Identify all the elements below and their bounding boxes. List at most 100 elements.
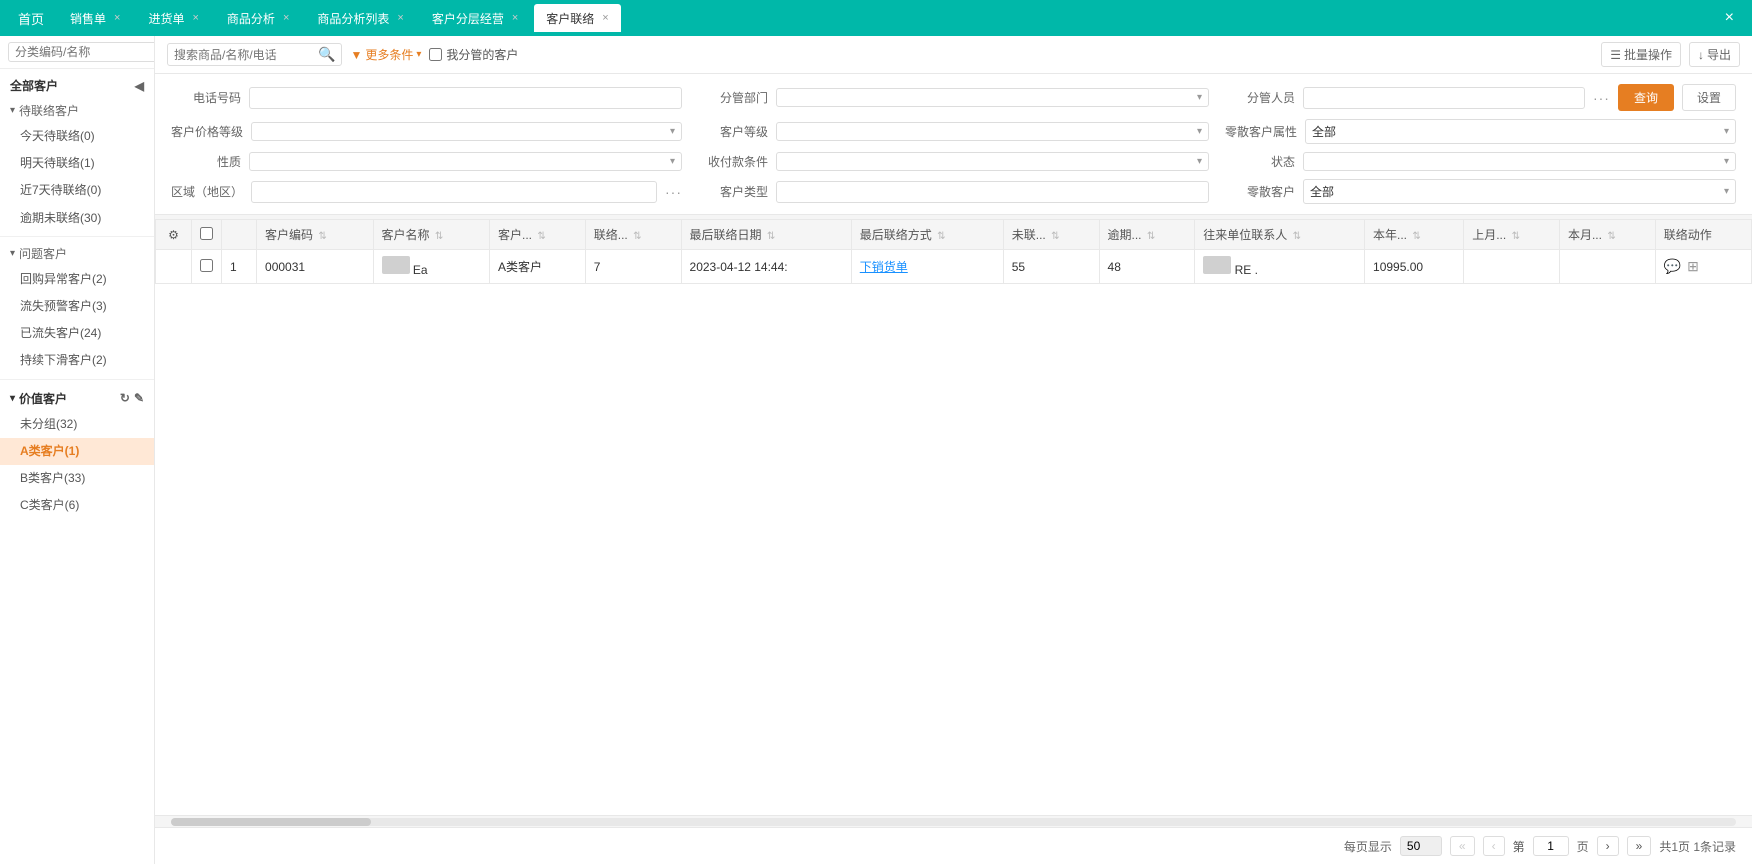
group-problem-customers[interactable]: ▾ 问题客户 [0,241,154,266]
row-settings [156,250,192,284]
tab-customer-contact[interactable]: 客户联络 × [534,4,620,32]
tab-purchase-order[interactable]: 进货单 × [136,4,210,32]
search-input[interactable] [174,48,314,62]
sidebar-item-overdue-contact[interactable]: 逾期未联络(30) [0,205,154,232]
payment-arrow: ▾ [1197,156,1202,167]
window-close-button[interactable]: × [1715,9,1744,27]
refresh-icon[interactable]: ↻ [120,391,130,405]
more-filters-button[interactable]: ▼ 更多条件 ▾ [350,46,421,63]
select-all-checkbox[interactable] [200,227,213,240]
close-tab-customer-segmentation[interactable]: × [512,12,518,24]
col-name[interactable]: 客户名称 ⇅ [373,220,489,250]
col-last-contact-date[interactable]: 最后联络日期 ⇅ [681,220,851,250]
close-tab-product-analysis[interactable]: × [283,12,289,24]
col-this-year[interactable]: 本年... ⇅ [1365,220,1464,250]
sidebar-item-repurchase-abnormal[interactable]: 回购异常客户(2) [0,266,154,293]
page-size-select[interactable]: 50 [1400,836,1442,856]
sidebar-item-declining[interactable]: 持续下滑客户(2) [0,347,154,374]
sidebar-item-tomorrow-pending[interactable]: 明天待联络(1) [0,150,154,177]
customer-grade-arrow: ▾ [1197,126,1202,137]
row-contact: 7 [585,250,681,284]
tab-product-analysis[interactable]: 商品分析 × [215,4,301,32]
filter-input-region[interactable] [251,181,657,203]
col-action: 联络动作 [1655,220,1751,250]
row-checkbox[interactable] [192,250,222,284]
query-button[interactable]: 查询 [1618,84,1674,111]
sidebar-search-input[interactable] [8,42,155,62]
export-button[interactable]: ↓ 导出 [1689,42,1740,67]
search-button[interactable]: 🔍 [318,46,335,63]
first-page-button[interactable]: « [1450,836,1475,856]
my-customers-checkbox[interactable] [429,48,442,61]
row-name: Ea [373,250,489,284]
col-contact[interactable]: 联络... ⇅ [585,220,681,250]
horizontal-scrollbar[interactable] [155,815,1752,827]
col-category[interactable]: 客户... ⇅ [490,220,586,250]
sidebar-search-area: 🔍 [0,36,154,69]
group-pending-contact[interactable]: ▾ 待联络客户 [0,98,154,123]
col-no-contact[interactable]: 未联... ⇅ [1003,220,1099,250]
filter-select-dept[interactable]: ▾ [776,88,1209,107]
batch-operation-button[interactable]: ☰ 批量操作 [1601,42,1681,67]
close-tab-purchase-order[interactable]: × [192,12,198,24]
chat-icon[interactable]: 💬 [1664,258,1681,275]
sidebar-item-a-class[interactable]: A类客户(1) [0,438,154,465]
filter-select-status[interactable]: ▾ [1303,152,1736,171]
filter-select-customer-grade[interactable]: ▾ [776,122,1209,141]
page-label: 第 [1513,838,1525,855]
close-tab-customer-contact[interactable]: × [602,12,608,24]
filter-input-customer-type[interactable] [776,181,1209,203]
tab-sales-order[interactable]: 销售单 × [58,4,132,32]
filter-select-retail[interactable]: 全部 ▾ [1303,179,1736,204]
page-size-label: 每页显示 [1344,838,1392,855]
settings-button[interactable]: 设置 [1682,84,1736,111]
filter-select-nature[interactable]: ▾ [249,152,682,171]
filter-select-retail-attr[interactable]: 全部 ▾ [1305,119,1736,144]
filter-select-payment[interactable]: ▾ [776,152,1209,171]
tab-product-analysis-list[interactable]: 商品分析列表 × [305,4,415,32]
sidebar-item-today-pending[interactable]: 今天待联络(0) [0,123,154,150]
next-page-button[interactable]: › [1597,836,1619,856]
tab-customer-segmentation[interactable]: 客户分层经营 × [420,4,530,32]
filter-row-retail-attr: 零散客户属性 全部 ▾ [1225,119,1736,144]
edit-icon[interactable]: ✎ [134,391,144,405]
top-navigation: 首页 销售单 × 进货单 × 商品分析 × 商品分析列表 × 客户分层经营 × … [0,0,1752,36]
sidebar-item-b-class[interactable]: B类客户(33) [0,465,154,492]
sidebar-item-churn-warning[interactable]: 流失预警客户(3) [0,293,154,320]
qr-icon[interactable]: ⊞ [1687,258,1699,275]
filter-input-manager[interactable] [1303,87,1585,109]
sidebar-item-c-class[interactable]: C类客户(6) [0,492,154,519]
col-checkbox[interactable] [192,220,222,250]
col-code[interactable]: 客户编码 ⇅ [257,220,373,250]
sidebar-collapse-icon[interactable]: ◀ [135,79,144,93]
last-page-button[interactable]: » [1627,836,1652,856]
nav-home[interactable]: 首页 [8,9,54,28]
row-no-contact: 55 [1003,250,1099,284]
my-customers-checkbox-label[interactable]: 我分管的客户 [429,46,518,63]
filter-row-manager: 分管人员 ··· 查询 设置 [1225,84,1736,111]
sidebar-item-7days-pending[interactable]: 近7天待联络(0) [0,177,154,204]
manager-dots-button[interactable]: ··· [1593,90,1610,106]
last-contact-link[interactable]: 下销货单 [860,260,908,274]
filter-label-price-grade: 客户价格等级 [171,123,243,140]
row-select-checkbox[interactable] [200,259,213,272]
nature-arrow: ▾ [670,156,675,167]
col-last-contact-method[interactable]: 最后联络方式 ⇅ [851,220,1003,250]
prev-page-button[interactable]: ‹ [1483,836,1505,856]
page-number-input[interactable] [1533,836,1569,856]
close-tab-product-analysis-list[interactable]: × [397,12,403,24]
sidebar-item-churned[interactable]: 已流失客户(24) [0,320,154,347]
col-company-contact[interactable]: 往来单位联系人 ⇅ [1195,220,1365,250]
sidebar-item-ungrouped[interactable]: 未分组(32) [0,411,154,438]
col-last-month[interactable]: 上月... ⇅ [1464,220,1560,250]
filter-input-phone[interactable] [249,87,682,109]
row-last-contact-method[interactable]: 下销货单 [851,250,1003,284]
col-this-month[interactable]: 本月... ⇅ [1559,220,1655,250]
col-settings[interactable]: ⚙ [156,220,192,250]
region-dots-button[interactable]: ··· [665,184,682,200]
col-overdue[interactable]: 逾期... ⇅ [1099,220,1195,250]
close-tab-sales-order[interactable]: × [114,12,120,24]
search-box: 🔍 [167,43,342,66]
filter-select-price-grade[interactable]: ▾ [251,122,682,141]
filter-label-status: 状态 [1225,153,1295,170]
